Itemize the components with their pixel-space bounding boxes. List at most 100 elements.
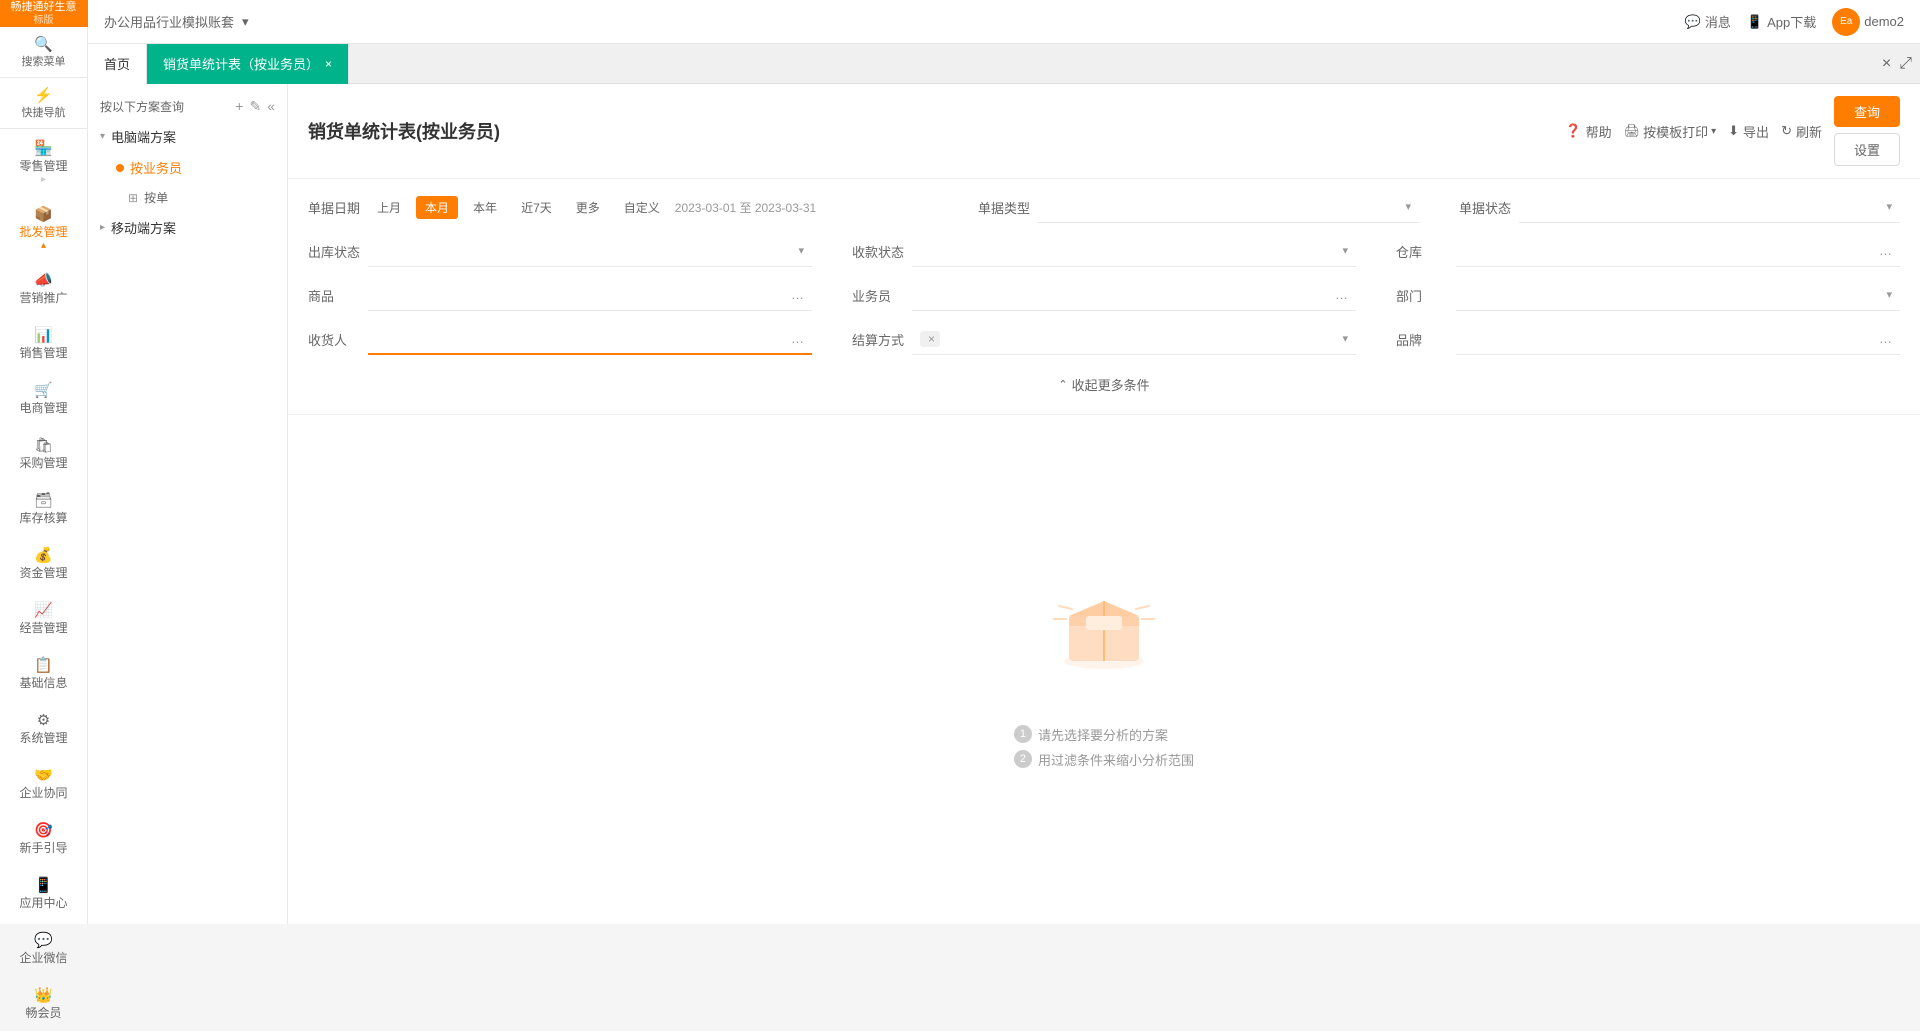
brand-dots[interactable]: …	[1879, 331, 1892, 346]
sidebar-item-marketing[interactable]: 📣 营销推广	[0, 261, 88, 316]
date-more-btn[interactable]: 更多	[567, 196, 609, 219]
staff-input[interactable]: …	[912, 279, 1356, 311]
print-icon: 🖨	[1624, 123, 1641, 139]
settlement-select[interactable]: × ▾	[912, 323, 1356, 355]
sidebar-item-corp-collab[interactable]: 🤝 企业协同	[0, 756, 88, 811]
filter-row-4: 收货人 … 结算方式 ×	[308, 323, 1900, 355]
user-menu[interactable]: Ea demo2	[1832, 8, 1904, 36]
message-label: 消息	[1705, 12, 1731, 31]
tip-2-num: 2	[1014, 750, 1032, 768]
scheme-by-staff[interactable]: 按业务员	[88, 152, 287, 183]
tab-active-label: 销货单统计表（按业务员）	[163, 54, 319, 73]
sidebar-item-quicknav[interactable]: ⚡ 快捷导航	[0, 78, 88, 129]
export-button[interactable]: ⬇ 导出	[1728, 122, 1769, 141]
window-close-icon[interactable]: ×	[1882, 55, 1891, 73]
receipt-select[interactable]: ▾	[912, 235, 1356, 267]
filter-consignee-item: 收货人 …	[308, 323, 812, 355]
sidebar-item-label: 畅会员	[25, 1004, 61, 1021]
tab-home[interactable]: 首页	[88, 44, 147, 84]
pc-scheme-section: ▾ 电脑端方案 按业务员 ⊞ 按单	[88, 121, 287, 212]
breadcrumb-arrow-icon[interactable]: ▾	[242, 14, 249, 30]
settings-button[interactable]: 设置	[1834, 133, 1900, 166]
sidebar-item-sales[interactable]: 📊 销售管理	[0, 316, 88, 371]
tab-home-label: 首页	[104, 54, 130, 73]
collapse-panel-button[interactable]: «	[267, 98, 275, 115]
sidebar-item-search[interactable]: 🔍 搜索菜单	[0, 27, 88, 78]
settlement-clear-button[interactable]: ×	[928, 332, 935, 346]
topbar-right: 💬 消息 📱 App下载 Ea demo2	[1685, 8, 1904, 36]
product-label: 商品	[308, 286, 368, 305]
sidebar-item-purchase[interactable]: 🛍 采购管理	[0, 426, 88, 481]
pc-scheme-title[interactable]: ▾ 电脑端方案	[88, 121, 287, 152]
dept-chevron-icon: ▾	[1886, 288, 1892, 301]
member-icon: 👑	[34, 986, 53, 1004]
warehouse-input[interactable]: …	[1456, 235, 1900, 267]
filter-docstatus-item: 单据状态 ▾	[1459, 191, 1900, 223]
tab-sales-stats[interactable]: 销货单统计表（按业务员） ×	[147, 44, 349, 84]
appcenter-icon: 📱	[34, 876, 53, 894]
scheme-by-order[interactable]: ⊞ 按单	[88, 183, 287, 212]
date-last-month-btn[interactable]: 上月	[368, 196, 410, 219]
sidebar-item-corpwechat[interactable]: 💬 企业微信	[0, 921, 88, 976]
sidebar-item-label: 批发管理	[19, 223, 67, 240]
sidebar-item-ecommerce[interactable]: 🛒 电商管理	[0, 371, 88, 426]
sidebar-item-label: 应用中心	[19, 894, 67, 911]
sidebar-item-label: 企业微信	[19, 949, 67, 966]
add-scheme-button[interactable]: +	[235, 98, 243, 115]
message-button[interactable]: 💬 消息	[1685, 12, 1731, 31]
shipment-select[interactable]: ▾	[368, 235, 812, 267]
refresh-button[interactable]: ↻ 刷新	[1781, 122, 1822, 141]
product-input[interactable]: …	[368, 279, 812, 311]
marketing-icon: 📣	[34, 271, 53, 289]
consignee-label: 收货人	[308, 330, 368, 349]
export-icon: ⬇	[1728, 123, 1739, 139]
mobile-scheme-title[interactable]: ▸ 移动端方案	[88, 212, 287, 243]
sidebar-item-appcenter[interactable]: 📱 应用中心	[0, 866, 88, 921]
mobile-scheme-label: 移动端方案	[111, 218, 176, 237]
date-custom-btn[interactable]: 自定义	[615, 196, 669, 219]
date-this-month-btn[interactable]: 本月	[416, 196, 458, 219]
app-download-button[interactable]: 📱 App下载	[1747, 12, 1816, 31]
shipment-label: 出库状态	[308, 242, 368, 261]
sidebar-item-wholesale[interactable]: 📦 批发管理 ▴	[0, 195, 88, 261]
consignee-input[interactable]: …	[368, 323, 812, 355]
sidebar-item-retail[interactable]: 🏪 零售管理 ▸	[0, 129, 88, 195]
doctype-select[interactable]: ▾	[1038, 191, 1419, 223]
sidebar: 畅捷通好生意 标版 🔍 搜索菜单 ⚡ 快捷导航 🏪 零售管理 ▸ 📦 批发管理 …	[0, 0, 88, 924]
sidebar-item-member[interactable]: 👑 畅会员	[0, 976, 88, 1031]
sidebar-item-inventory[interactable]: 🗃 库存核算	[0, 481, 88, 536]
template-print-button[interactable]: 🖨 按模板打印 ▾	[1624, 122, 1717, 141]
staff-dots[interactable]: …	[1335, 287, 1348, 302]
sidebar-item-operations[interactable]: 📈 经营管理	[0, 591, 88, 646]
product-dots[interactable]: …	[791, 287, 804, 302]
filter-date-item: 单据日期 上月 本月 本年 近7天 更多 自定义 2023-03-01 至 20…	[308, 196, 938, 219]
scheme-active-dot	[116, 164, 124, 172]
consignee-dots[interactable]: …	[791, 331, 804, 346]
edit-scheme-button[interactable]: ✎	[249, 98, 261, 115]
collapse-more-button[interactable]: ⌃ 收起更多条件	[1058, 375, 1149, 394]
sidebar-item-label: 企业协同	[19, 784, 67, 801]
docstatus-select[interactable]: ▾	[1519, 191, 1900, 223]
help-button[interactable]: ❓ 帮助	[1565, 122, 1611, 141]
topbar-left: 办公用品行业模拟账套 ▾	[104, 12, 249, 31]
operations-icon: 📈	[34, 601, 53, 619]
warehouse-dots[interactable]: …	[1879, 243, 1892, 258]
dept-select[interactable]: ▾	[1456, 279, 1900, 311]
tabs-bar: 首页 销货单统计表（按业务员） × × ⤢	[88, 44, 1920, 84]
date-7days-btn[interactable]: 近7天	[512, 196, 561, 219]
sidebar-item-newbie[interactable]: 🎯 新手引导	[0, 811, 88, 866]
ecommerce-icon: 🛒	[34, 381, 53, 399]
window-expand-icon[interactable]: ⤢	[1899, 55, 1912, 73]
sidebar-item-basicinfo[interactable]: 📋 基础信息	[0, 646, 88, 701]
date-this-year-btn[interactable]: 本年	[464, 196, 506, 219]
empty-state: 1 请先选择要分析的方案 2 用过滤条件来缩小分析范围	[288, 415, 1920, 924]
empty-illustration	[1044, 571, 1164, 713]
tab-close-icon[interactable]: ×	[325, 57, 332, 71]
query-button[interactable]: 查询	[1834, 96, 1900, 127]
filter-dept-item: 部门 ▾	[1396, 279, 1900, 311]
sidebar-item-finance[interactable]: 💰 资金管理	[0, 536, 88, 591]
filter-row-1: 单据日期 上月 本月 本年 近7天 更多 自定义 2023-03-01 至 20…	[308, 191, 1900, 223]
brand-input[interactable]: …	[1456, 323, 1900, 355]
empty-tip-2: 2 用过滤条件来缩小分析范围	[1014, 750, 1194, 769]
sidebar-item-system[interactable]: ⚙ 系统管理	[0, 701, 88, 756]
